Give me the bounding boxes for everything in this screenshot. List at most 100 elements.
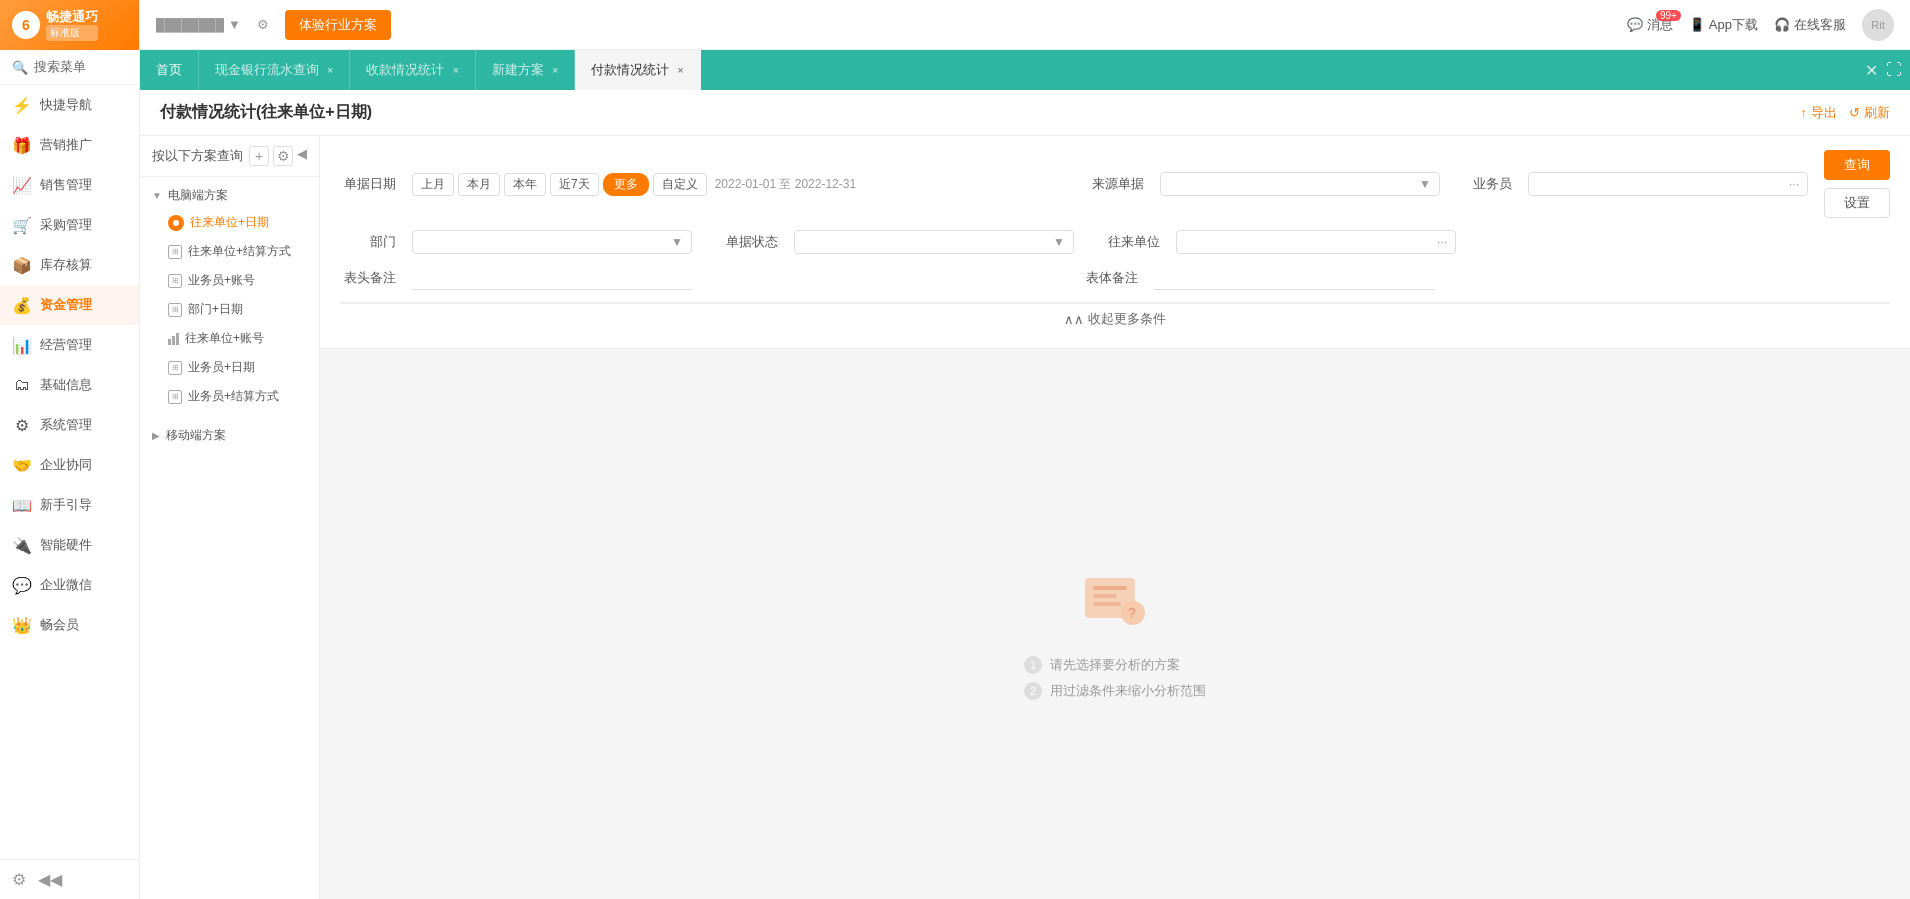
gear-button[interactable]: ⚙ (249, 11, 277, 39)
date-btn-this-month[interactable]: 本月 (458, 173, 500, 196)
date-range: 2022-01-01 至 2022-12-31 (715, 176, 856, 193)
try-industry-button[interactable]: 体验行业方案 (285, 10, 391, 40)
source-select[interactable]: ▼ (1160, 172, 1440, 196)
filter-row-2: 部门 ▼ 单据状态 ▼ 往来单位 ··· (340, 230, 1890, 254)
header-note-input[interactable] (412, 266, 692, 290)
sidebar-nav: ⚡ 快捷导航 🎁 营销推广 📈 销售管理 🛒 采购管理 📦 库存核算 💰 资金管… (0, 85, 139, 859)
svg-rect-2 (1093, 594, 1117, 598)
app-download-action[interactable]: 📱 App下载 (1689, 16, 1758, 34)
logo-text: 畅捷通巧 (46, 9, 98, 25)
online-service-action[interactable]: 🎧 在线客服 (1774, 16, 1846, 34)
sidebar-item-member[interactable]: 👑 畅会员 (0, 605, 139, 645)
maximize-btn[interactable]: ⛶ (1886, 61, 1902, 79)
expand-mobile-icon: ▶ (152, 430, 160, 441)
sidebar-item-guide[interactable]: 📖 新手引导 (0, 485, 139, 525)
tab-bar: 首页 现金银行流水查询 × 收款情况统计 × 新建方案 × 付款情况统计 × ✕… (140, 50, 1910, 90)
tab-close-receipts[interactable]: × (452, 64, 458, 76)
body-note-input[interactable] (1154, 266, 1434, 290)
date-btn-last-month[interactable]: 上月 (412, 173, 454, 196)
sidebar-item-marketing[interactable]: 🎁 营销推广 (0, 125, 139, 165)
search-icon: 🔍 (12, 60, 28, 75)
scheme-item-staff-account[interactable]: ⊞ 业务员+账号 (140, 266, 319, 295)
scheme-item-unit-account[interactable]: 往来单位+账号 (140, 324, 319, 353)
sidebar-item-shortcut[interactable]: ⚡ 快捷导航 (0, 85, 139, 125)
sidebar-item-enterprise[interactable]: 🤝 企业协同 (0, 445, 139, 485)
notifications-action[interactable]: 💬 消息 99+ (1627, 16, 1673, 34)
staff-dropdown-icon: ··· (1789, 177, 1799, 191)
settings-footer-btn[interactable]: ⚙ (12, 870, 26, 889)
dept-label: 部门 (340, 233, 396, 251)
tab-close-new-scheme[interactable]: × (552, 64, 558, 76)
sidebar-item-hardware[interactable]: 🔌 智能硬件 (0, 525, 139, 565)
empty-hint-1: 1 请先选择要分析的方案 (1024, 656, 1206, 674)
search-menu[interactable]: 🔍 搜索菜单 (0, 50, 139, 85)
voucher-status-select[interactable]: ▼ (794, 230, 1074, 254)
scheme-item-unit-settle[interactable]: ⊞ 往来单位+结算方式 (140, 237, 319, 266)
scheme-group-mobile-header[interactable]: ▶ 移动端方案 (140, 423, 319, 448)
company-selector[interactable]: ████████ ▼ (156, 17, 241, 32)
sidebar-item-sales[interactable]: 📈 销售管理 (0, 165, 139, 205)
header-note-label: 表头备注 (340, 269, 396, 287)
sidebar-item-wechat[interactable]: 💬 企业微信 (0, 565, 139, 605)
date-btn-more[interactable]: 更多 (603, 173, 649, 196)
add-scheme-btn[interactable]: + (249, 146, 269, 166)
collapse-sidebar-btn[interactable]: ◀◀ (38, 870, 62, 889)
top-header: ████████ ▼ ⚙ 体验行业方案 💬 消息 99+ 📱 App下载 🎧 在… (140, 0, 1910, 50)
sidebar-item-operation[interactable]: 📊 经营管理 (0, 325, 139, 365)
empty-hint-2: 2 用过滤条件来缩小分析范围 (1024, 682, 1206, 700)
scheme-item-unit-date[interactable]: 往来单位+日期 (140, 208, 319, 237)
counterpart-label: 往来单位 (1090, 233, 1160, 251)
filter-row-1: 单据日期 上月 本月 本年 近7天 更多 自定义 2022-01-01 至 20… (340, 150, 1890, 218)
tab-home[interactable]: 首页 (140, 50, 199, 90)
notification-icon: 💬 (1627, 17, 1643, 32)
user-avatar[interactable]: Rit (1862, 9, 1894, 41)
collapse-icon: ∧∧ (1064, 312, 1084, 327)
scheme-panel: 按以下方案查询 + ⚙ ◀ ▼ 电脑端方案 (140, 136, 320, 899)
inventory-icon: 📦 (12, 255, 32, 275)
tab-close-bank[interactable]: × (327, 64, 333, 76)
voucher-status-label: 单据状态 (708, 233, 778, 251)
source-label: 来源单据 (1088, 175, 1144, 193)
refresh-button[interactable]: ↺ 刷新 (1849, 104, 1890, 122)
tab-payment[interactable]: 付款情况统计 × (575, 50, 700, 90)
tab-bank[interactable]: 现金银行流水查询 × (199, 50, 350, 90)
query-button[interactable]: 查询 (1824, 150, 1890, 180)
close-all-tabs-btn[interactable]: ✕ (1865, 61, 1878, 80)
tab-new-scheme[interactable]: 新建方案 × (476, 50, 575, 90)
sidebar: 6 畅捷通巧 标准版 🔍 搜索菜单 ⚡ 快捷导航 🎁 营销推广 📈 销售管理 🛒… (0, 0, 140, 899)
sidebar-item-system[interactable]: ⚙ 系统管理 (0, 405, 139, 445)
sidebar-item-basic[interactable]: 🗂 基础信息 (0, 365, 139, 405)
date-btn-this-year[interactable]: 本年 (504, 173, 546, 196)
staff-label: 业务员 (1456, 175, 1512, 193)
staff-select[interactable]: ··· (1528, 172, 1808, 196)
sidebar-item-purchase[interactable]: 🛒 采购管理 (0, 205, 139, 245)
scheme-item-staff-settle[interactable]: ⊞ 业务员+结算方式 (140, 382, 319, 411)
company-name: ████████ (156, 18, 224, 32)
sidebar-item-inventory[interactable]: 📦 库存核算 (0, 245, 139, 285)
collapse-filter-btn[interactable]: ∧∧ 收起更多条件 (340, 303, 1890, 334)
page-content: 付款情况统计(往来单位+日期) ↑ 导出 ↺ 刷新 按以下方案查询 + (140, 90, 1910, 899)
scheme-item-icon-6: ⊞ (168, 361, 182, 375)
tab-receipts[interactable]: 收款情况统计 × (350, 50, 475, 90)
sidebar-item-capital[interactable]: 💰 资金管理 (0, 285, 139, 325)
tab-close-payment[interactable]: × (677, 64, 683, 76)
scheme-item-dept-date[interactable]: ⊞ 部门+日期 (140, 295, 319, 324)
collapse-scheme-btn[interactable]: ◀ (297, 146, 307, 166)
counterpart-select[interactable]: ··· (1176, 230, 1456, 254)
body-note-label: 表体备注 (1068, 269, 1138, 287)
scheme-group-desktop-header[interactable]: ▼ 电脑端方案 (140, 183, 319, 208)
logo-icon: 6 (12, 11, 40, 39)
refresh-icon: ↺ (1849, 105, 1860, 120)
settings-button[interactable]: 设置 (1824, 188, 1890, 218)
notifications-badge: 99+ (1656, 10, 1681, 21)
dept-select[interactable]: ▼ (412, 230, 692, 254)
date-btn-7days[interactable]: 近7天 (550, 173, 599, 196)
scheme-item-staff-date[interactable]: ⊞ 业务员+日期 (140, 353, 319, 382)
export-button[interactable]: ↑ 导出 (1801, 104, 1838, 122)
filter-area: 单据日期 上月 本月 本年 近7天 更多 自定义 2022-01-01 至 20… (320, 136, 1910, 899)
settings-scheme-btn[interactable]: ⚙ (273, 146, 293, 166)
scheme-item-icon-3: ⊞ (168, 274, 182, 288)
date-btn-custom[interactable]: 自定义 (653, 173, 707, 196)
counterpart-dropdown-icon: ··· (1437, 235, 1447, 249)
scheme-group-mobile: ▶ 移动端方案 (140, 417, 319, 454)
